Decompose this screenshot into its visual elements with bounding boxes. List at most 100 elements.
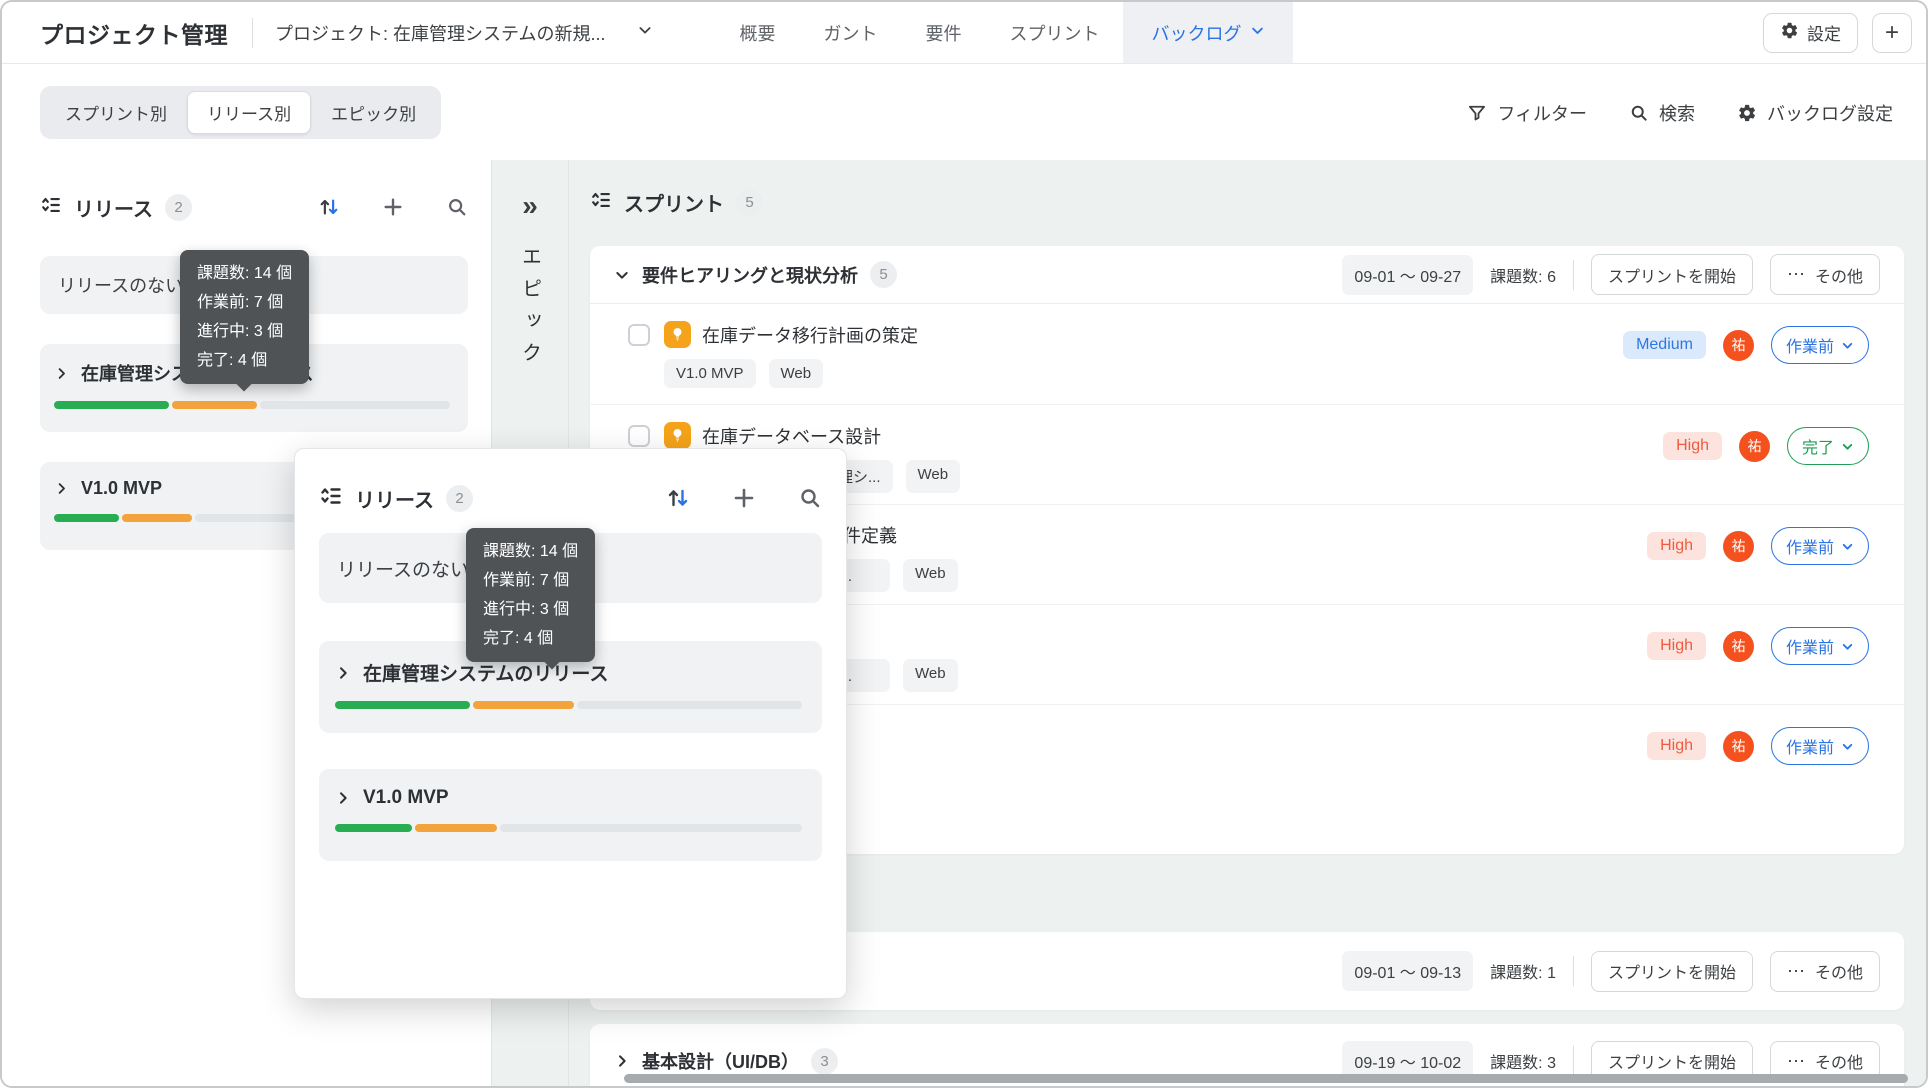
- status-select[interactable]: 完了: [1786, 427, 1869, 465]
- progress-done: [54, 514, 120, 522]
- release-panel-title: リリース: [74, 198, 153, 221]
- search-button[interactable]: 検索: [1629, 100, 1695, 126]
- release-progress-bar: [335, 701, 802, 709]
- progress-remaining: [499, 824, 802, 832]
- filter-button[interactable]: フィルター: [1467, 100, 1587, 126]
- tooltip-line: 課題数: 14 個: [483, 543, 579, 560]
- divider: [1572, 956, 1574, 986]
- app-window: プロジェクト管理 プロジェクト: 在庫管理システムの新規... 概要 ガント 要…: [0, 0, 1928, 1088]
- segment-by-sprint[interactable]: スプリント別: [45, 91, 187, 134]
- list-sort-icon: [590, 189, 612, 216]
- tab-sprint[interactable]: スプリント: [985, 2, 1123, 63]
- status-select[interactable]: 作業前: [1770, 627, 1869, 665]
- settings-button-label: 設定: [1807, 25, 1841, 44]
- tab-requirements[interactable]: 要件: [901, 2, 985, 63]
- chevron-right-icon[interactable]: [614, 1053, 630, 1069]
- chevron-right-icon[interactable]: [54, 366, 69, 381]
- status-label: 作業前: [1785, 740, 1834, 757]
- priority-badge: High: [1647, 532, 1706, 560]
- backlog-settings-button[interactable]: バックログ設定: [1737, 100, 1893, 126]
- sprint-dates: 09-01 ～ 09-13: [1342, 951, 1474, 991]
- ellipsis-icon: ⋯: [1786, 1050, 1806, 1071]
- status-label: 作業前: [1785, 640, 1834, 657]
- assignee-avatar[interactable]: 祐: [1722, 630, 1754, 662]
- chevron-right-icon[interactable]: [335, 790, 351, 806]
- search-icon[interactable]: [798, 486, 822, 510]
- item-tag[interactable]: V1.0 MVP: [664, 359, 756, 388]
- sprint-issue-count: 課題数: 3: [1490, 1055, 1556, 1072]
- item-checkbox[interactable]: [628, 323, 650, 346]
- item-title[interactable]: 在庫データ移行計画の策定: [702, 322, 918, 348]
- assignee-avatar[interactable]: 祐: [1722, 329, 1754, 361]
- item-tag[interactable]: Web: [903, 559, 958, 592]
- chevron-right-icon[interactable]: [335, 665, 351, 681]
- more-button[interactable]: ⋯ その他: [1769, 254, 1880, 295]
- segment-by-release[interactable]: リリース別: [187, 91, 312, 134]
- progress-done: [335, 824, 413, 832]
- status-select[interactable]: 作業前: [1770, 727, 1869, 765]
- plus-icon[interactable]: [732, 486, 756, 510]
- divider: [1572, 1046, 1574, 1076]
- sprint-name: 基本設計（UI/DB）: [642, 1052, 799, 1072]
- toolbar-actions: フィルター 検索 バックログ設定: [1467, 100, 1893, 126]
- sort-icon[interactable]: [666, 486, 690, 510]
- release-stats-tooltip: 課題数: 14 個 作業前: 7 個 進行中: 3 個 完了: 4 個: [466, 528, 596, 662]
- status-label: 完了: [1801, 440, 1834, 457]
- sprint-count-badge: 5: [736, 188, 763, 216]
- status-label: 作業前: [1785, 339, 1834, 356]
- main-tabs: 概要 ガント 要件 スプリント バックログ: [715, 2, 1294, 63]
- start-sprint-button[interactable]: スプリントを開始: [1590, 950, 1753, 992]
- tab-backlog[interactable]: バックログ: [1123, 2, 1294, 63]
- release-name: V1.0 MVP: [363, 787, 449, 808]
- add-button[interactable]: +: [1872, 12, 1912, 53]
- progress-inprogress: [171, 401, 257, 409]
- item-tag[interactable]: Web: [905, 460, 961, 493]
- item-tag[interactable]: Web: [903, 659, 958, 692]
- search-icon[interactable]: [446, 196, 468, 218]
- tab-gantt[interactable]: ガント: [799, 2, 901, 63]
- story-type-icon: [664, 321, 691, 348]
- release-progress-bar: [335, 824, 802, 832]
- assignee-avatar[interactable]: 祐: [1722, 530, 1754, 562]
- release-panel-actions: [318, 196, 468, 218]
- project-selector[interactable]: プロジェクト: 在庫管理システムの新規...: [275, 20, 653, 46]
- release-panel-actions: [666, 486, 822, 510]
- status-select[interactable]: 作業前: [1770, 527, 1869, 565]
- tab-overview[interactable]: 概要: [715, 2, 799, 63]
- release-item[interactable]: V1.0 MVP: [319, 769, 822, 861]
- release-progress-bar: [54, 401, 450, 409]
- release-count-badge: 2: [165, 193, 192, 221]
- chevron-right-icon[interactable]: [54, 481, 69, 496]
- backlog-settings-label: バックログ設定: [1767, 103, 1893, 124]
- epic-strip-label[interactable]: エピック: [516, 246, 545, 374]
- chevron-down-icon: [1842, 643, 1853, 650]
- progress-inprogress: [473, 701, 574, 709]
- segment-by-epic[interactable]: エピック別: [311, 91, 436, 134]
- chevron-down-icon[interactable]: [614, 267, 630, 283]
- more-button[interactable]: ⋯ その他: [1769, 950, 1880, 992]
- chevron-down-icon: [1250, 22, 1265, 43]
- divider: [252, 17, 253, 48]
- assignee-avatar[interactable]: 祐: [1722, 730, 1754, 762]
- assignee-avatar[interactable]: 祐: [1738, 430, 1770, 462]
- search-label: 検索: [1659, 103, 1695, 124]
- sprint-name: 要件ヒアリングと現状分析: [642, 265, 858, 286]
- priority-badge: High: [1647, 732, 1706, 760]
- sort-icon[interactable]: [318, 196, 340, 218]
- item-title[interactable]: 在庫データベース設計: [702, 423, 881, 449]
- horizontal-scrollbar[interactable]: [624, 1074, 1908, 1083]
- expand-panel-icon[interactable]: »: [522, 192, 538, 220]
- chevron-down-icon: [1842, 743, 1853, 750]
- item-checkbox[interactable]: [628, 424, 650, 447]
- start-sprint-button[interactable]: スプリントを開始: [1590, 254, 1753, 295]
- search-icon: [1629, 103, 1649, 123]
- status-label: 作業前: [1785, 540, 1834, 557]
- status-select[interactable]: 作業前: [1770, 326, 1869, 364]
- settings-button[interactable]: 設定: [1763, 12, 1858, 53]
- tooltip-line: 作業前: 7 個: [483, 572, 570, 589]
- list-sort-icon: [40, 194, 62, 221]
- plus-icon[interactable]: [382, 196, 404, 218]
- item-tag[interactable]: Web: [768, 359, 824, 388]
- filter-icon: [1467, 103, 1487, 123]
- release-name: 在庫管理システムのリリース: [363, 664, 609, 685]
